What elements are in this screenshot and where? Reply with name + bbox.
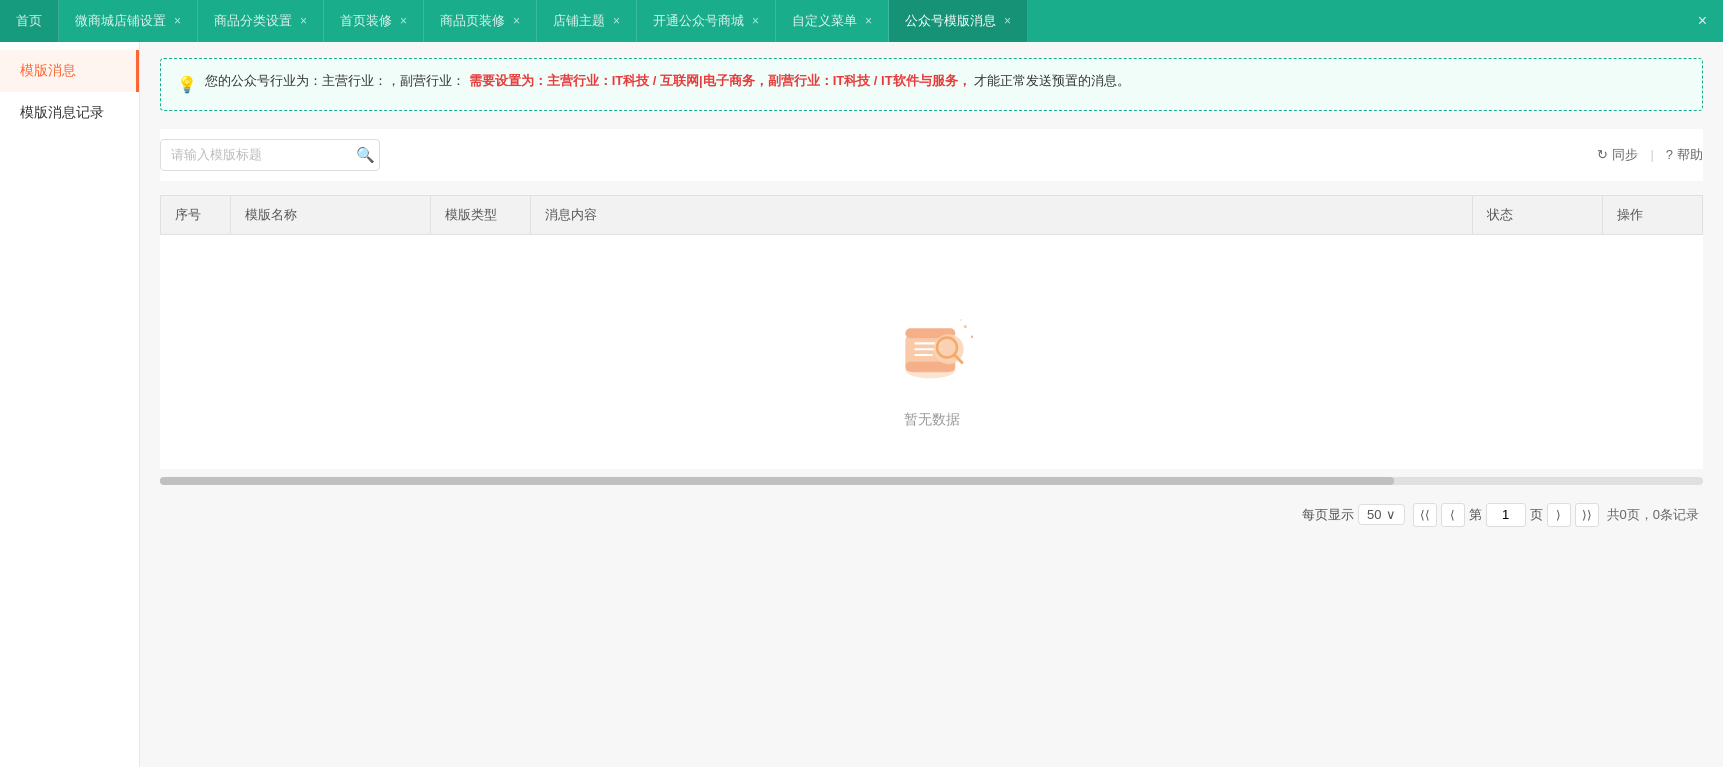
tab-custom-menu-label: 自定义菜单 [792,12,857,30]
sync-button[interactable]: ↻ 同步 [1597,146,1638,164]
help-button[interactable]: ? 帮助 [1666,146,1703,164]
col-template-type: 模版类型 [431,195,531,234]
tab-product-decor[interactable]: 商品页装修 × [424,0,537,42]
col-msg-content: 消息内容 [531,195,1473,234]
page-di-label: 第 [1469,506,1482,524]
tab-template-msg-close[interactable]: × [1004,15,1011,27]
page-size-select: 每页显示 50 ∨ [1302,504,1404,525]
sidebar-item-template-msg-record[interactable]: 模版消息记录 [0,92,139,134]
tab-category-settings-close[interactable]: × [300,15,307,27]
info-banner: 💡 您的公众号行业为：主营行业：，副营行业： 需要设置为：主营行业：IT科技 /… [160,58,1703,111]
tab-homepage-decor-close[interactable]: × [400,15,407,27]
tab-homepage-decor-label: 首页装修 [340,12,392,30]
sidebar: 模版消息 模版消息记录 [0,42,140,767]
main-layout: 模版消息 模版消息记录 💡 您的公众号行业为：主营行业：，副营行业： 需要设置为… [0,42,1723,767]
tab-open-mall-close[interactable]: × [752,15,759,27]
tab-template-msg[interactable]: 公众号模版消息 × [889,0,1028,42]
tab-category-settings-label: 商品分类设置 [214,12,292,30]
tab-shop-settings-close[interactable]: × [174,15,181,27]
first-page-button[interactable]: ⟨⟨ [1413,503,1437,527]
svg-point-11 [970,335,973,338]
svg-point-12 [960,319,962,321]
search-button[interactable]: 🔍 [356,146,375,164]
table-container: 序号 模版名称 模版类型 消息内容 状态 操作 [160,195,1703,469]
tab-product-decor-close[interactable]: × [513,15,520,27]
tab-template-msg-label: 公众号模版消息 [905,12,996,30]
pagination: 每页显示 50 ∨ ⟨⟨ ⟨ 第 页 ⟩ ⟩⟩ 共0页，0条记录 [160,493,1703,531]
search-left: 🔍 [160,139,375,171]
help-icon: ? [1666,147,1673,162]
col-action: 操作 [1603,195,1703,234]
sidebar-item-template-msg[interactable]: 模版消息 [0,50,139,92]
empty-illustration [882,295,982,395]
content-area: 💡 您的公众号行业为：主营行业：，副营行业： 需要设置为：主营行业：IT科技 /… [140,42,1723,767]
page-size-value: 50 [1367,507,1381,522]
tab-store-theme[interactable]: 店铺主题 × [537,0,637,42]
bulb-icon: 💡 [177,72,197,98]
col-status: 状态 [1473,195,1603,234]
data-table: 序号 模版名称 模版类型 消息内容 状态 操作 [160,195,1703,469]
tab-bar: 首页 微商城店铺设置 × 商品分类设置 × 首页装修 × 商品页装修 × 店铺主… [0,0,1723,42]
divider: | [1650,147,1653,162]
tab-home[interactable]: 首页 [0,0,59,42]
page-size-label: 每页显示 [1302,506,1354,524]
horizontal-scrollbar[interactable] [160,477,1703,485]
tab-category-settings[interactable]: 商品分类设置 × [198,0,324,42]
col-index: 序号 [161,195,231,234]
last-page-button[interactable]: ⟩⟩ [1575,503,1599,527]
tab-shop-settings[interactable]: 微商城店铺设置 × [59,0,198,42]
empty-text: 暂无数据 [904,411,960,429]
page-unit-label: 页 [1530,506,1543,524]
scroll-thumb [160,477,1394,485]
search-right: ↻ 同步 | ? 帮助 [1597,146,1703,164]
tab-store-theme-close[interactable]: × [613,15,620,27]
search-input[interactable] [160,139,380,171]
prev-page-button[interactable]: ⟨ [1441,503,1465,527]
search-bar: 🔍 ↻ 同步 | ? 帮助 [160,129,1703,181]
next-page-button[interactable]: ⟩ [1547,503,1571,527]
svg-point-10 [963,325,966,328]
page-size-dropdown[interactable]: 50 ∨ [1358,504,1404,525]
info-banner-text: 您的公众号行业为：主营行业：，副营行业： 需要设置为：主营行业：IT科技 / 互… [205,71,1130,92]
dropdown-chevron-icon: ∨ [1386,507,1396,522]
tab-homepage-decor[interactable]: 首页装修 × [324,0,424,42]
tab-product-decor-label: 商品页装修 [440,12,505,30]
page-navigation: ⟨⟨ ⟨ 第 页 ⟩ ⟩⟩ [1413,503,1599,527]
tab-home-label: 首页 [16,12,42,30]
tab-custom-menu[interactable]: 自定义菜单 × [776,0,889,42]
tab-open-mall[interactable]: 开通公众号商城 × [637,0,776,42]
tab-custom-menu-close[interactable]: × [865,15,872,27]
empty-state: 暂无数据 [161,235,1703,469]
tab-open-mall-label: 开通公众号商城 [653,12,744,30]
tab-shop-settings-label: 微商城店铺设置 [75,12,166,30]
global-close-button[interactable]: × [1682,0,1723,42]
page-total: 共0页，0条记录 [1607,506,1699,524]
col-template-name: 模版名称 [231,195,431,234]
page-input[interactable] [1486,503,1526,527]
sync-icon: ↻ [1597,147,1608,162]
tab-store-theme-label: 店铺主题 [553,12,605,30]
table-header-row: 序号 模版名称 模版类型 消息内容 状态 操作 [161,195,1703,234]
